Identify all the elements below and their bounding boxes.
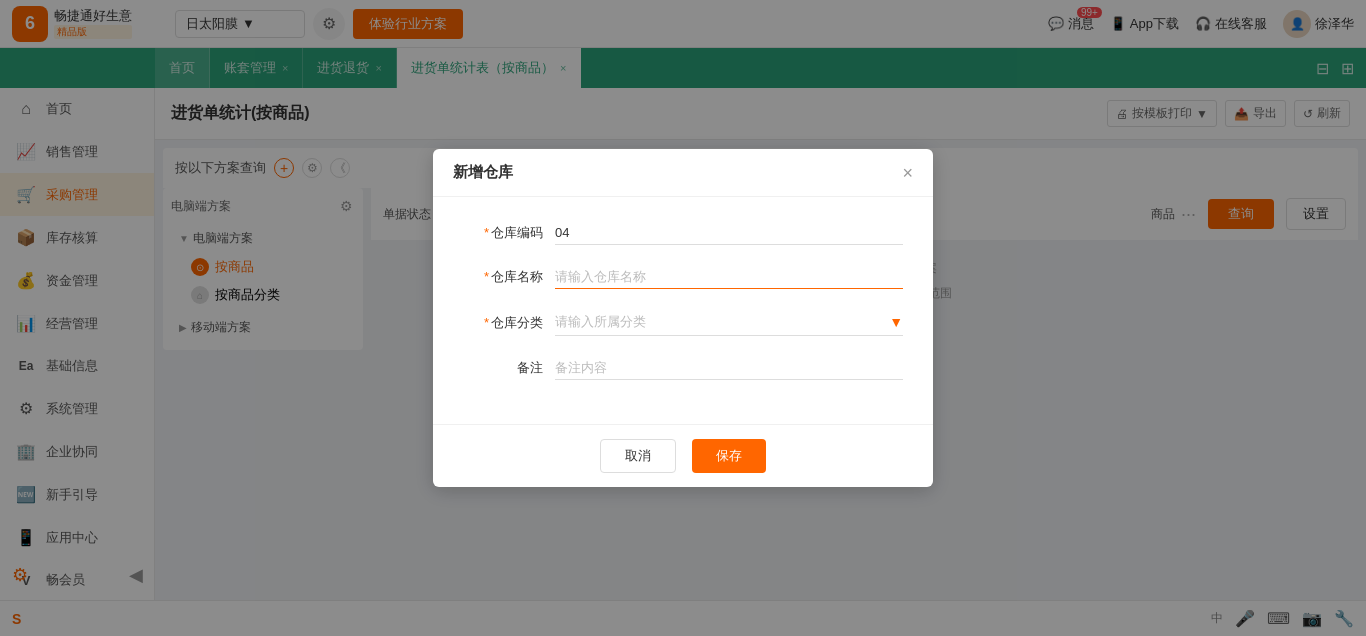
cancel-button[interactable]: 取消 [600, 439, 676, 473]
remark-input[interactable] [555, 356, 903, 380]
category-select[interactable]: 请输入所属分类 ▼ [555, 309, 903, 336]
form-row-name: *仓库名称 [463, 265, 903, 289]
category-label: *仓库分类 [463, 314, 543, 332]
dialog-footer: 取消 保存 [433, 424, 933, 487]
form-row-category: *仓库分类 请输入所属分类 ▼ [463, 309, 903, 336]
category-arrow-icon: ▼ [889, 314, 903, 330]
code-input[interactable] [555, 221, 903, 245]
category-placeholder: 请输入所属分类 [555, 313, 646, 331]
add-warehouse-dialog: 新增仓库 × *仓库编码 *仓库名称 *仓库分类 [433, 149, 933, 487]
modal-overlay: 新增仓库 × *仓库编码 *仓库名称 *仓库分类 [0, 0, 1366, 636]
remark-label: 备注 [463, 359, 543, 377]
name-input[interactable] [555, 265, 903, 289]
dialog-close-btn[interactable]: × [902, 164, 913, 182]
code-label: *仓库编码 [463, 224, 543, 242]
dialog-title: 新增仓库 [453, 163, 513, 182]
form-row-code: *仓库编码 [463, 221, 903, 245]
dialog-body: *仓库编码 *仓库名称 *仓库分类 请输入所属分类 ▼ [433, 197, 933, 424]
form-row-remark: 备注 [463, 356, 903, 380]
save-button[interactable]: 保存 [692, 439, 766, 473]
dialog-header: 新增仓库 × [433, 149, 933, 197]
name-label: *仓库名称 [463, 268, 543, 286]
